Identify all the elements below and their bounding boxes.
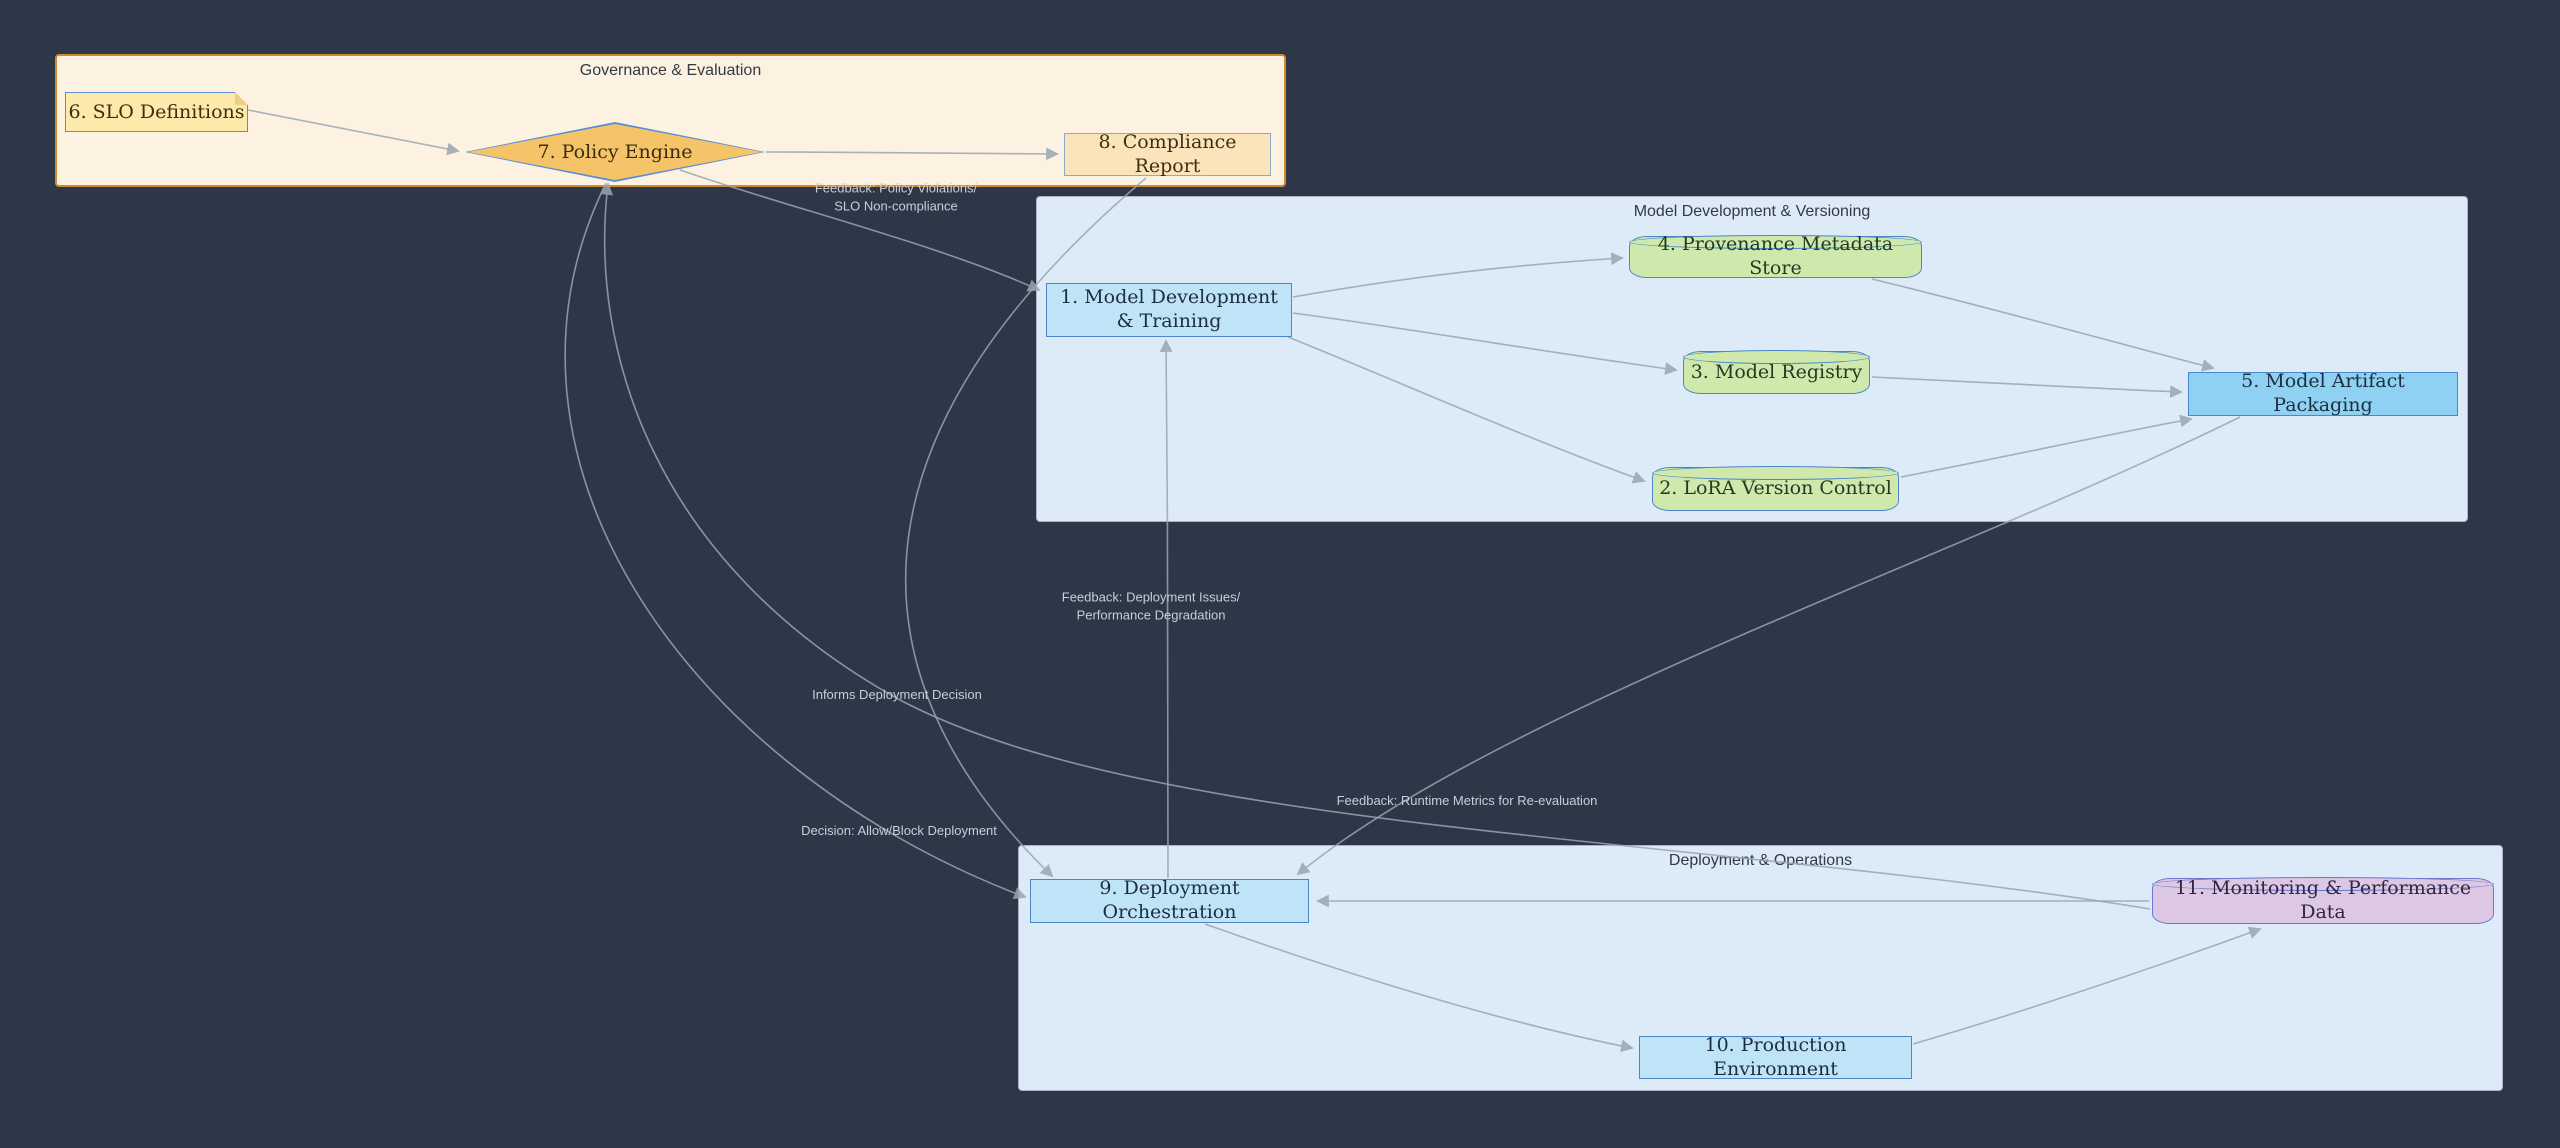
diagram-canvas: { "diagram": { "background_color": "#2d3… bbox=[0, 0, 2560, 1148]
edge-layer bbox=[247, 109, 2262, 1053]
edge-label-deployment-issues: Feedback: Deployment Issues/ Performance… bbox=[1061, 589, 1241, 622]
node-slo-definitions: 6. SLO Definitions bbox=[65, 92, 248, 132]
node-label: 9. Deployment Orchestration bbox=[1099, 877, 1240, 923]
edge-production-to-monitoring bbox=[1912, 926, 2262, 1045]
node-deployment-orchestration: 9. Deployment Orchestration bbox=[1030, 877, 1309, 923]
edge-modeldev-to-lora bbox=[1287, 336, 1646, 484]
node-label: 11. Monitoring & Performance Data bbox=[2174, 877, 2472, 923]
node-label: 10. Production Environment bbox=[1704, 1033, 1847, 1080]
node-model-artifact-packaging: 5. Model Artifact Packaging bbox=[2188, 370, 2458, 416]
node-label: 8. Compliance Report bbox=[1098, 130, 1237, 177]
node-lora-version-control: 2. LoRA Version Control bbox=[1652, 466, 1899, 511]
node-label: 2. LoRA Version Control bbox=[1659, 477, 1892, 500]
edge-provenance-to-packaging bbox=[1871, 278, 2215, 372]
node-label: 3. Model Registry bbox=[1690, 360, 1863, 383]
edge-modeldev-to-registry bbox=[1292, 312, 1678, 375]
edge-slo-to-policy bbox=[247, 109, 460, 156]
edge-lora-to-packaging bbox=[1900, 414, 2193, 478]
edge-label-runtime-metrics: Feedback: Runtime Metrics for Re-evaluat… bbox=[1336, 793, 1598, 809]
node-monitoring-performance-data: 11. Monitoring & Performance Data bbox=[2152, 877, 2494, 924]
edge-policy-to-compliance bbox=[765, 147, 1059, 161]
edge-orchestration-to-production bbox=[1204, 923, 1634, 1053]
node-label: 6. SLO Definitions bbox=[68, 101, 245, 123]
node-label: 4. Provenance Metadata Store bbox=[1657, 233, 1894, 279]
edge-modeldev-to-provenance bbox=[1292, 252, 1624, 298]
edge-label-informs-decision: Informs Deployment Decision bbox=[812, 687, 982, 703]
node-label: 1. Model Development & Training bbox=[1060, 286, 1278, 332]
node-label: 5. Model Artifact Packaging bbox=[2241, 370, 2405, 416]
node-production-environment: 10. Production Environment bbox=[1639, 1033, 1912, 1080]
node-model-development-training: 1. Model Development & Training bbox=[1046, 283, 1292, 337]
node-compliance-report: 8. Compliance Report bbox=[1064, 130, 1271, 177]
node-provenance-metadata-store: 4. Provenance Metadata Store bbox=[1629, 233, 1922, 279]
node-model-registry: 3. Model Registry bbox=[1683, 350, 1870, 394]
edge-policy-to-orchestration bbox=[564, 182, 1027, 900]
edge-label-policy-violations: Feedback: Policy Violations/ SLO Non-com… bbox=[814, 180, 978, 213]
edge-label-allow-block: Decision: Allow/Block Deployment bbox=[801, 823, 997, 839]
edge-registry-to-packaging bbox=[1871, 376, 2183, 398]
